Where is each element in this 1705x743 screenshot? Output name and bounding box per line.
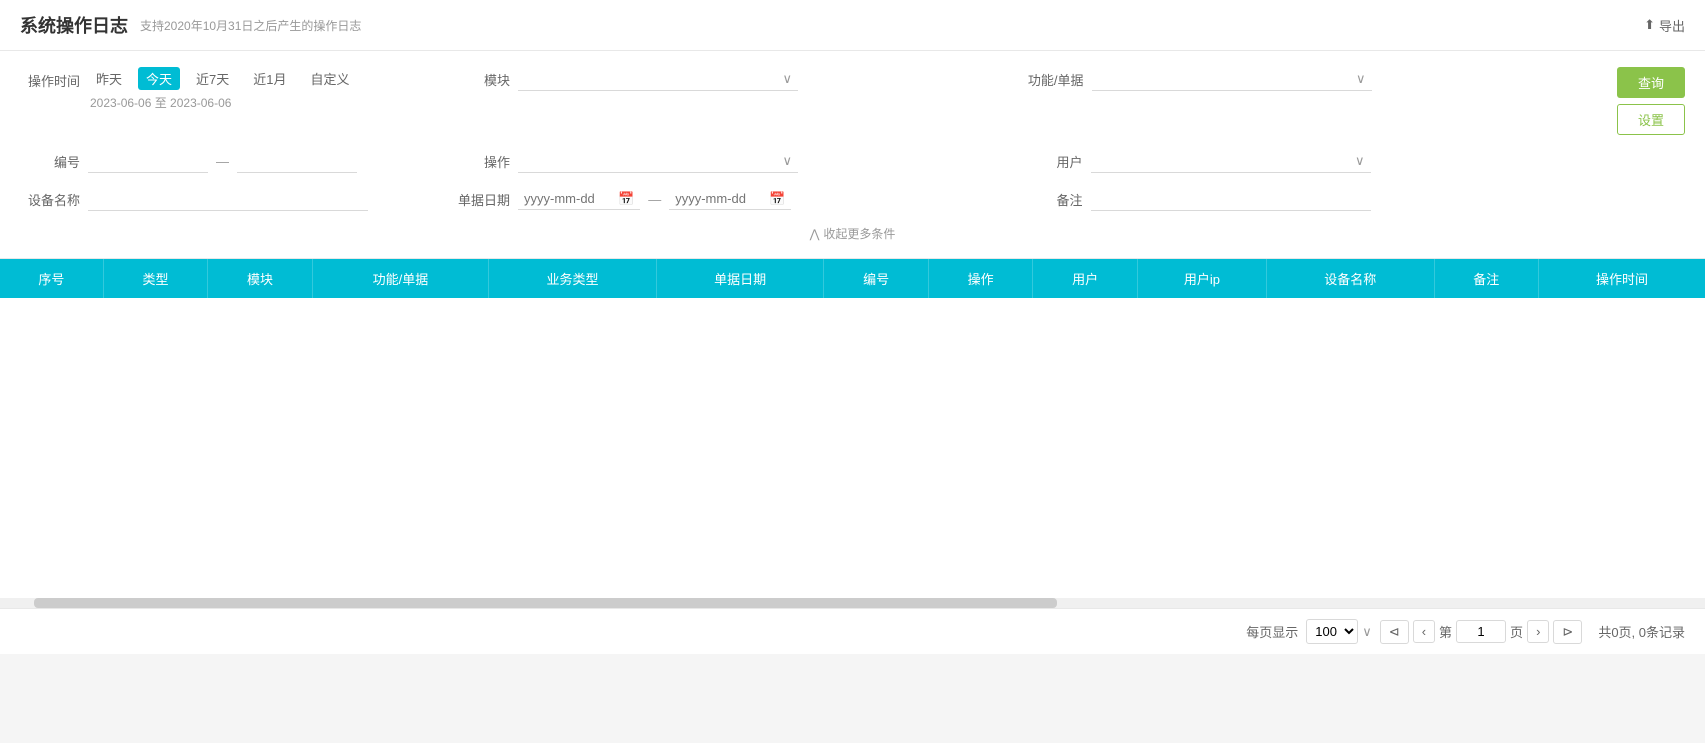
table-section: 序号 类型 模块 功能/单据 业务类型 单据日期 编号 操作 用户 用户ip 设… xyxy=(0,259,1705,598)
table-header-row: 序号 类型 模块 功能/单据 业务类型 单据日期 编号 操作 用户 用户ip 设… xyxy=(0,259,1705,298)
function-select-wrap: ∨ xyxy=(1092,67,1372,91)
col-type: 类型 xyxy=(103,259,207,298)
collapse-row: ⋀ 收起更多条件 xyxy=(20,225,1685,242)
module-label: 模块 xyxy=(450,70,510,89)
date-label: 单据日期 xyxy=(450,190,510,209)
col-number: 编号 xyxy=(824,259,928,298)
col-user-ip: 用户ip xyxy=(1137,259,1266,298)
date-end-input[interactable] xyxy=(675,191,765,206)
col-index: 序号 xyxy=(0,259,103,298)
date-end-wrap: 📅 xyxy=(669,189,791,210)
module-select[interactable] xyxy=(518,67,798,90)
col-module: 模块 xyxy=(208,259,312,298)
first-page-button[interactable]: ⊲ xyxy=(1380,620,1409,644)
collapse-button[interactable]: ⋀ 收起更多条件 xyxy=(810,225,896,242)
operation-select[interactable] xyxy=(518,149,798,172)
operation-select-wrap: ∨ xyxy=(518,149,798,173)
col-device: 设备名称 xyxy=(1266,259,1434,298)
next-page-button[interactable]: › xyxy=(1527,620,1549,643)
page-header: 系统操作日志 支持2020年10月31日之后产生的操作日志 ⬆ 导出 xyxy=(0,0,1705,51)
col-remark: 备注 xyxy=(1434,259,1538,298)
time-btn-1month[interactable]: 近1月 xyxy=(245,67,294,90)
col-operation: 操作 xyxy=(928,259,1032,298)
device-input[interactable] xyxy=(88,187,368,211)
col-op-time: 操作时间 xyxy=(1539,259,1705,298)
export-label: 导出 xyxy=(1659,16,1685,35)
page-subtitle: 支持2020年10月31日之后产生的操作日志 xyxy=(140,17,361,34)
time-btn-yesterday[interactable]: 昨天 xyxy=(88,67,130,90)
function-label: 功能/单据 xyxy=(1024,70,1084,89)
filter-row-3: 设备名称 单据日期 📅 — 📅 备注 xyxy=(20,187,1685,211)
action-buttons: 查询 设置 xyxy=(1617,67,1685,135)
col-user: 用户 xyxy=(1033,259,1137,298)
col-bill-date: 单据日期 xyxy=(656,259,824,298)
user-label: 用户 xyxy=(1023,152,1083,171)
time-btn-today[interactable]: 今天 xyxy=(138,67,180,90)
page-title: 系统操作日志 xyxy=(20,12,128,38)
title-area: 系统操作日志 支持2020年10月31日之后产生的操作日志 xyxy=(20,12,361,38)
page-unit: 页 xyxy=(1510,622,1523,641)
filter-row-1: 操作时间 昨天 今天 近7天 近1月 自定义 2023-06-06 至 2023… xyxy=(20,67,1685,135)
per-page-select[interactable]: 10 20 50 100 xyxy=(1306,619,1358,644)
number-separator: — xyxy=(216,154,229,169)
user-select[interactable] xyxy=(1091,149,1371,172)
calendar-start-icon[interactable]: 📅 xyxy=(618,191,634,207)
time-buttons: 昨天 今天 近7天 近1月 自定义 xyxy=(88,67,358,90)
time-btn-7days[interactable]: 近7天 xyxy=(188,67,237,90)
total-info: 共0页, 0条记录 xyxy=(1598,622,1685,641)
filter-row-2: 编号 — 操作 ∨ 用户 ∨ xyxy=(20,149,1685,173)
last-page-button[interactable]: ⊳ xyxy=(1553,620,1582,644)
device-label: 设备名称 xyxy=(20,190,80,209)
calendar-end-icon[interactable]: 📅 xyxy=(769,191,785,207)
number-start-input[interactable] xyxy=(88,149,208,173)
prev-page-button[interactable]: ‹ xyxy=(1413,620,1435,643)
scrollbar-thumb[interactable] xyxy=(34,598,1057,608)
function-select[interactable] xyxy=(1092,67,1372,90)
data-table: 序号 类型 模块 功能/单据 业务类型 单据日期 编号 操作 用户 用户ip 设… xyxy=(0,259,1705,298)
pagination-nav: ⊲ ‹ 第 页 › ⊳ xyxy=(1380,620,1583,644)
collapse-label: 收起更多条件 xyxy=(823,225,895,242)
table-header: 序号 类型 模块 功能/单据 业务类型 单据日期 编号 操作 用户 用户ip 设… xyxy=(0,259,1705,298)
module-select-wrap: ∨ xyxy=(518,67,798,91)
col-business-type: 业务类型 xyxy=(489,259,657,298)
settings-button[interactable]: 设置 xyxy=(1617,104,1685,135)
col-function: 功能/单据 xyxy=(312,259,488,298)
per-page-label: 每页显示 xyxy=(1246,622,1298,641)
date-separator: — xyxy=(648,192,661,207)
time-filter-label: 操作时间 xyxy=(20,71,80,90)
remark-input[interactable] xyxy=(1091,187,1371,211)
remark-label: 备注 xyxy=(1023,190,1083,209)
footer-section: 每页显示 10 20 50 100 ∨ ⊲ ‹ 第 页 › ⊳ 共0页, 0条记… xyxy=(0,608,1705,654)
page-number-input[interactable] xyxy=(1456,620,1506,643)
time-filter-area: 昨天 今天 近7天 近1月 自定义 2023-06-06 至 2023-06-0… xyxy=(88,67,358,111)
empty-area xyxy=(0,298,1705,598)
page-word: 第 xyxy=(1439,622,1452,641)
collapse-icon: ⋀ xyxy=(810,227,820,241)
time-btn-custom[interactable]: 自定义 xyxy=(303,67,358,90)
export-button[interactable]: ⬆ 导出 xyxy=(1644,16,1685,35)
per-page-dropdown-icon: ∨ xyxy=(1362,624,1372,640)
time-range-display: 2023-06-06 至 2023-06-06 xyxy=(90,94,358,111)
export-icon: ⬆ xyxy=(1644,17,1655,33)
number-label: 编号 xyxy=(20,152,80,171)
operation-label: 操作 xyxy=(450,152,510,171)
scrollbar-area[interactable] xyxy=(0,598,1705,608)
number-end-input[interactable] xyxy=(237,149,357,173)
date-start-input[interactable] xyxy=(524,191,614,206)
query-button[interactable]: 查询 xyxy=(1617,67,1685,98)
filter-section: 操作时间 昨天 今天 近7天 近1月 自定义 2023-06-06 至 2023… xyxy=(0,51,1705,259)
date-start-wrap: 📅 xyxy=(518,189,640,210)
user-select-wrap: ∨ xyxy=(1091,149,1371,173)
